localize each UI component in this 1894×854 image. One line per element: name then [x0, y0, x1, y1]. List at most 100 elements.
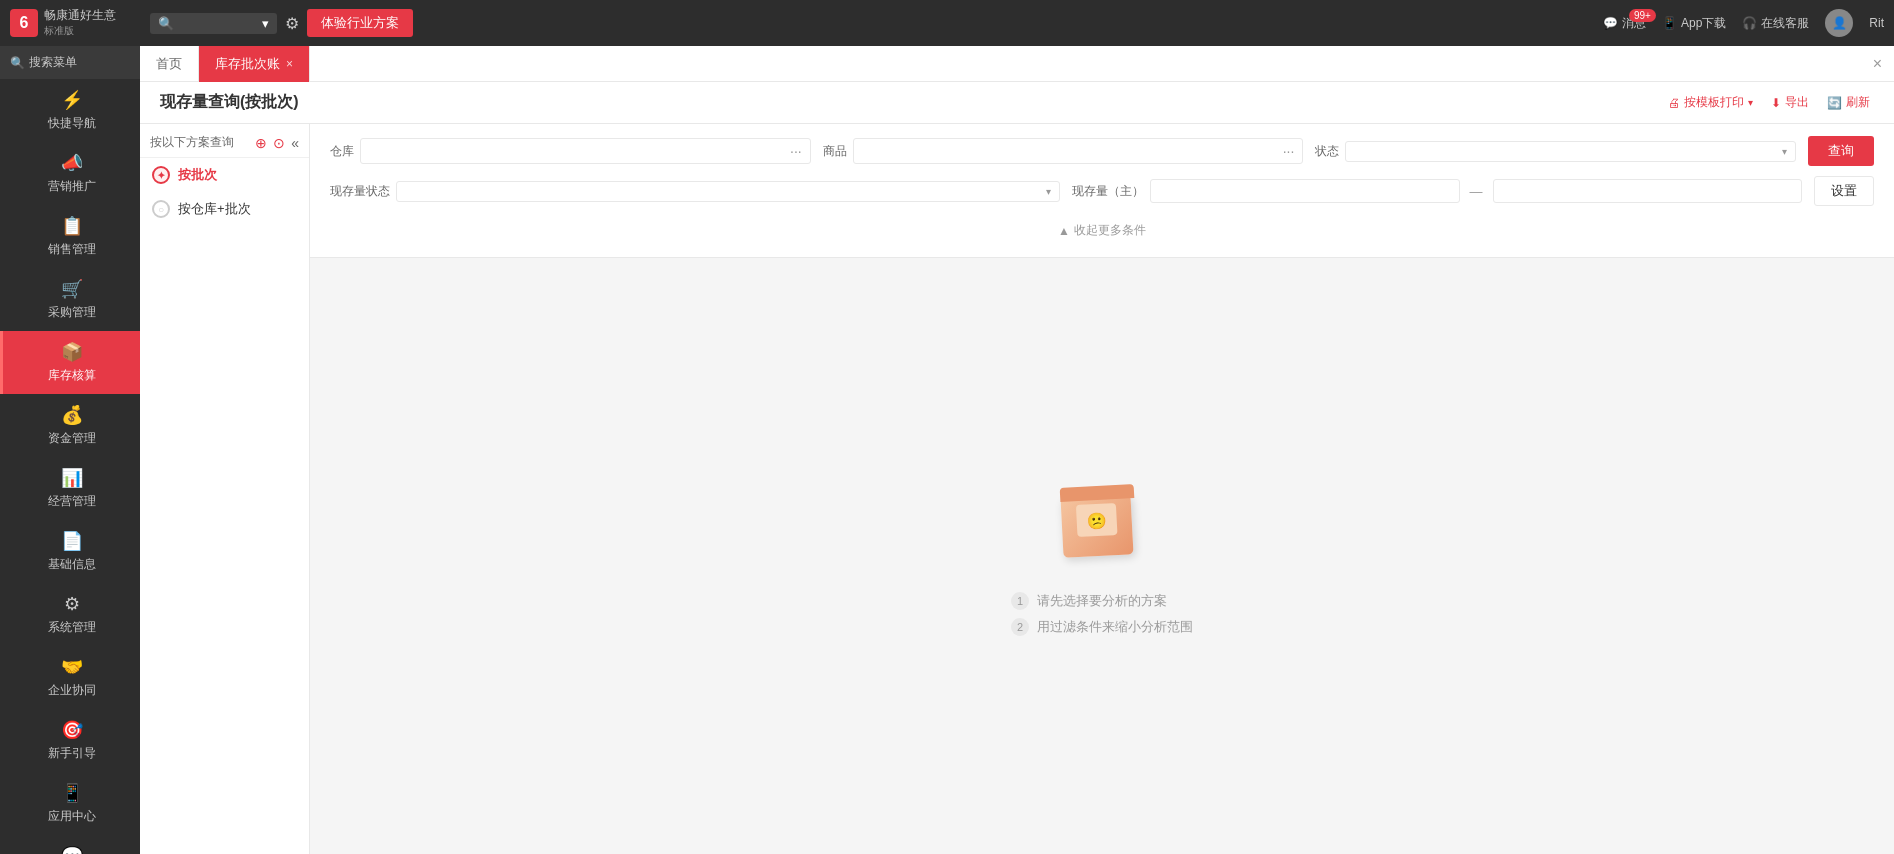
stock-qty-to-input[interactable]	[1493, 179, 1803, 203]
warehouse-input[interactable]: ···	[360, 138, 811, 164]
page-title: 现存量查询(按批次)	[160, 92, 299, 113]
scheme-header-title: 按以下方案查询	[150, 134, 234, 151]
top-search-input[interactable]	[178, 16, 258, 30]
print-button[interactable]: 🖨 按模板打印 ▾	[1664, 92, 1757, 113]
empty-tips: 1 请先选择要分析的方案 2 用过滤条件来缩小分析范围	[1011, 592, 1193, 636]
refresh-button[interactable]: 🔄 刷新	[1823, 92, 1874, 113]
tab-bar-close-all-button[interactable]: ×	[1861, 55, 1894, 73]
stock-status-field: 现存量状态 ▾	[330, 181, 1060, 202]
online-service-label: 在线客服	[1761, 15, 1809, 32]
sidebar-item-purchase[interactable]: 🛒 采购管理	[0, 268, 140, 331]
message-button[interactable]: 💬 消息 99+	[1603, 15, 1646, 32]
sidebar-label-system: 系统管理	[48, 619, 96, 636]
status-select[interactable]: ▾	[1345, 141, 1796, 162]
collapse-scheme-icon[interactable]: «	[291, 135, 299, 151]
add-scheme-icon[interactable]: ⊕	[255, 135, 267, 151]
sidebar-item-enterprise-collab[interactable]: 🤝 企业协同	[0, 646, 140, 709]
tab-close-button[interactable]: ×	[286, 57, 293, 71]
stock-qty-field: 现存量（主） —	[1072, 179, 1802, 203]
status-label: 状态	[1315, 143, 1339, 160]
results-panel: 😕 1 请先选择要分析的方案	[310, 258, 1894, 854]
headset-icon: 🎧	[1742, 16, 1757, 30]
settings-icon[interactable]: ⚙	[285, 14, 299, 33]
app-download-button[interactable]: 📱 App下载	[1662, 15, 1726, 32]
basic-info-icon: 📄	[61, 530, 83, 552]
tab-home-label: 首页	[156, 55, 182, 73]
sidebar-item-sales[interactable]: 📋 销售管理	[0, 205, 140, 268]
empty-state: 😕 1 请先选择要分析的方案	[971, 436, 1233, 676]
sidebar-item-operations[interactable]: 📊 经营管理	[0, 457, 140, 520]
sidebar-item-system[interactable]: ⚙ 系统管理	[0, 583, 140, 646]
tip-num-2: 2	[1011, 618, 1029, 636]
settings-button[interactable]: 设置	[1814, 176, 1874, 206]
finance-icon: 💰	[61, 404, 83, 426]
message-badge: 99+	[1629, 9, 1656, 22]
status-chevron-icon: ▾	[1782, 146, 1787, 157]
sidebar-item-inventory[interactable]: 📦 库存核算	[0, 331, 140, 394]
experience-industry-button[interactable]: 体验行业方案	[307, 9, 413, 37]
user-avatar[interactable]: 👤	[1825, 9, 1853, 37]
tab-inventory-batch[interactable]: 库存批次账 ×	[199, 46, 310, 82]
warehouse-dots[interactable]: ···	[790, 143, 802, 159]
refresh-label: 刷新	[1846, 94, 1870, 111]
scheme-label-by-warehouse-batch: 按仓库+批次	[178, 200, 251, 218]
print-icon: 🖨	[1668, 96, 1680, 110]
search-icon: 🔍	[10, 56, 25, 70]
goods-label: 商品	[823, 143, 847, 160]
download-icon: 📱	[1662, 16, 1677, 30]
nav-controls: 🔍 ▾ ⚙ 体验行业方案	[150, 9, 1603, 37]
filter-row-2: 现存量状态 ▾ 现存量（主） — 设置	[330, 176, 1874, 206]
stock-qty-label: 现存量（主）	[1072, 183, 1144, 200]
sidebar-item-new-guide[interactable]: 🎯 新手引导	[0, 709, 140, 772]
tab-home[interactable]: 首页	[140, 46, 199, 82]
scheme-label-by-batch: 按批次	[178, 166, 217, 184]
top-search-bar[interactable]: 🔍 ▾	[150, 13, 277, 34]
empty-state-icon: 😕	[1052, 476, 1152, 576]
sidebar-item-quick-nav[interactable]: ⚡ 快捷导航	[0, 79, 140, 142]
query-button[interactable]: 查询	[1808, 136, 1874, 166]
chevron-up-icon: ▲	[1058, 224, 1070, 238]
sidebar-item-app-center[interactable]: 📱 应用中心	[0, 772, 140, 835]
stock-qty-from-input[interactable]	[1150, 179, 1460, 203]
sidebar-item-finance[interactable]: 💰 资金管理	[0, 394, 140, 457]
export-button[interactable]: ⬇ 导出	[1767, 92, 1813, 113]
scheme-item-by-warehouse-batch[interactable]: ○ 按仓库+批次	[140, 192, 309, 226]
scheme-inactive-icon: ○	[152, 200, 170, 218]
tab-bar: 首页 库存批次账 × ×	[140, 46, 1894, 82]
tip-text-2: 用过滤条件来缩小分析范围	[1037, 618, 1193, 636]
chevron-down-icon: ▾	[262, 16, 269, 31]
goods-input[interactable]: ···	[853, 138, 1304, 164]
online-service-button[interactable]: 🎧 在线客服	[1742, 15, 1809, 32]
top-header: 6 畅康通好生意 标准版 🔍 ▾ ⚙ 体验行业方案 💬 消息 99+ 📱 App…	[0, 0, 1894, 46]
scheme-item-by-batch[interactable]: ✦ 按批次	[140, 158, 309, 192]
sidebar-label-collab: 企业协同	[48, 682, 96, 699]
scheme-panel: 按以下方案查询 ⊕ ⊙ « ✦ 按批次 ○ 按仓库+批次	[140, 124, 310, 854]
tip-num-1: 1	[1011, 592, 1029, 610]
content-area: 首页 库存批次账 × × 现存量查询(按批次) 🖨 按模板打印 ▾ ⬇ 导出	[140, 46, 1894, 854]
print-label: 按模板打印	[1684, 94, 1744, 111]
logo-area: 6 畅康通好生意 标准版	[10, 8, 150, 38]
collapse-more-conditions[interactable]: ▲ 收起更多条件	[330, 216, 1874, 245]
main-layout: 🔍 搜索菜单 ⚡ 快捷导航 📣 营销推广 📋 销售管理 🛒 采购管理 📦 库存核…	[0, 46, 1894, 854]
goods-text-input[interactable]	[862, 144, 1283, 158]
sidebar-item-enterprise-wechat[interactable]: 💬 企业微信	[0, 835, 140, 854]
settings-scheme-icon[interactable]: ⊙	[273, 135, 285, 151]
warehouse-field: 仓库 ···	[330, 138, 811, 164]
sidebar-label-purchase: 采购管理	[48, 304, 96, 321]
sidebar-item-marketing[interactable]: 📣 营销推广	[0, 142, 140, 205]
sidebar-item-basic-info[interactable]: 📄 基础信息	[0, 520, 140, 583]
goods-field: 商品 ···	[823, 138, 1304, 164]
goods-dots[interactable]: ···	[1283, 143, 1295, 159]
marketing-icon: 📣	[61, 152, 83, 174]
sidebar-search[interactable]: 🔍 搜索菜单	[0, 46, 140, 79]
sidebar-label-operations: 经营管理	[48, 493, 96, 510]
filter-result-panel: 仓库 ··· 商品 ···	[310, 124, 1894, 854]
warehouse-label: 仓库	[330, 143, 354, 160]
avatar-icon: 👤	[1832, 16, 1847, 30]
warehouse-text-input[interactable]	[369, 144, 790, 158]
stock-status-select[interactable]: ▾	[396, 181, 1060, 202]
message-icon: 💬	[1603, 16, 1618, 30]
company-name: 畅康通好生意	[44, 8, 116, 24]
stock-status-chevron-icon: ▾	[1046, 186, 1051, 197]
operations-icon: 📊	[61, 467, 83, 489]
